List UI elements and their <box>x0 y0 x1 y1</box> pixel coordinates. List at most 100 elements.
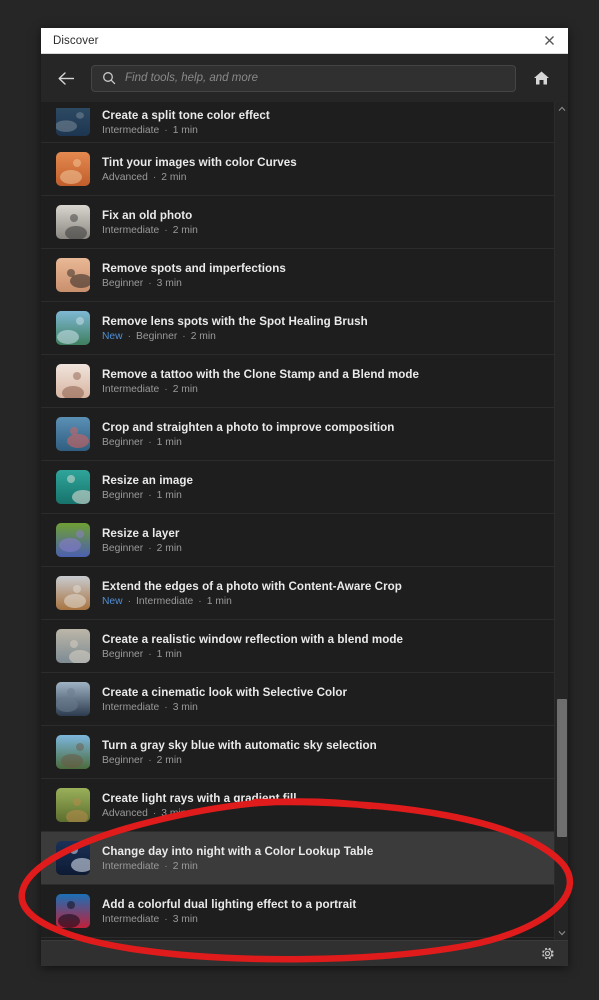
tutorial-thumbnail <box>56 894 90 928</box>
search-toolbar <box>41 54 568 102</box>
thumbnail-image <box>56 523 90 557</box>
tutorial-row[interactable]: Resize a layer Beginner · 2 min <box>41 514 554 567</box>
tutorial-row[interactable]: Add a colorful dual lighting effect to a… <box>41 885 554 938</box>
vertical-scrollbar[interactable] <box>554 102 568 940</box>
tutorial-row[interactable]: Create a split tone color effect Intermed… <box>41 102 554 143</box>
tutorial-text: Tint your images with color Curves Advanc… <box>102 156 297 183</box>
tutorial-meta: Intermediate · 2 min <box>102 384 419 395</box>
tutorial-title: Create light rays with a gradient fill <box>102 791 297 805</box>
new-badge: New <box>102 330 123 342</box>
back-arrow-icon <box>58 71 74 85</box>
tutorial-meta: Beginner · 3 min <box>102 278 286 289</box>
search-input[interactable] <box>125 72 505 84</box>
meta-separator: · <box>127 595 132 607</box>
meta-separator: · <box>164 383 168 395</box>
tutorial-meta: New · Beginner · 2 min <box>102 331 368 342</box>
tutorial-level: Beginner <box>102 754 144 766</box>
tutorial-row[interactable]: Extend the edges of a photo with Content… <box>41 567 554 620</box>
panel-footer <box>41 940 568 966</box>
meta-separator: · <box>152 807 157 819</box>
tutorial-title: Turn a gray sky blue with automatic sky … <box>102 738 377 752</box>
tutorial-meta: Beginner · 1 min <box>102 437 394 448</box>
tutorial-duration: 1 min <box>156 436 182 448</box>
tutorial-meta: Advanced · 3 min <box>102 808 297 819</box>
meta-separator: · <box>148 648 152 660</box>
back-button[interactable] <box>51 63 81 93</box>
tutorial-thumbnail <box>56 735 90 769</box>
tutorial-title: Extend the edges of a photo with Content… <box>102 579 402 593</box>
meta-separator: · <box>148 436 152 448</box>
tutorial-title: Remove spots and imperfections <box>102 261 286 275</box>
scrollbar-track[interactable] <box>555 116 569 926</box>
tutorial-thumbnail <box>56 682 90 716</box>
tutorial-thumbnail <box>56 576 90 610</box>
meta-separator: · <box>164 125 168 136</box>
tutorial-thumbnail <box>56 629 90 663</box>
tutorial-duration: 1 min <box>156 489 182 501</box>
tutorial-list[interactable]: Create a split tone color effect Intermed… <box>41 102 554 940</box>
tutorial-row[interactable]: Turn a gray sky blue with automatic sky … <box>41 726 554 779</box>
tutorial-thumbnail <box>56 470 90 504</box>
tutorial-thumbnail <box>56 523 90 557</box>
tutorial-level: Intermediate <box>102 383 160 395</box>
thumbnail-image <box>56 682 90 716</box>
tutorial-title: Create a split tone color effect <box>102 109 270 122</box>
meta-separator: · <box>164 913 168 925</box>
tutorial-duration: 1 min <box>172 125 198 136</box>
tutorial-level: Beginner <box>102 489 144 501</box>
tutorial-row[interactable]: Crop and straighten a photo to improve c… <box>41 408 554 461</box>
thumbnail-image <box>56 258 90 292</box>
scroll-down-button[interactable] <box>555 926 569 940</box>
tutorial-meta: Advanced · 2 min <box>102 172 297 183</box>
tutorial-text: Fix an old photo Intermediate · 2 min <box>102 209 198 236</box>
tutorial-duration: 2 min <box>172 860 198 872</box>
close-button[interactable] <box>536 30 562 52</box>
search-field[interactable] <box>91 64 516 92</box>
meta-separator: · <box>164 860 168 872</box>
thumbnail-image <box>56 841 90 875</box>
tutorial-thumbnail <box>56 152 90 186</box>
tutorial-text: Crop and straighten a photo to improve c… <box>102 421 394 448</box>
tutorial-row[interactable]: Tint your images with color Curves Advanc… <box>41 143 554 196</box>
tutorial-row[interactable]: Fix an old photo Intermediate · 2 min <box>41 196 554 249</box>
tutorial-row[interactable]: Remove spots and imperfections Beginner · 3… <box>41 249 554 302</box>
tutorial-row[interactable]: Create light rays with a gradient fill Ad… <box>41 779 554 832</box>
tutorial-meta: Beginner · 1 min <box>102 490 193 501</box>
meta-separator: · <box>198 595 202 607</box>
tutorial-text: Remove spots and imperfections Beginner · 3… <box>102 262 286 289</box>
tutorial-duration: 3 min <box>156 277 182 289</box>
thumbnail-image <box>56 108 90 136</box>
tutorial-row[interactable]: Create a realistic window reflection wit… <box>41 620 554 673</box>
search-icon <box>103 72 116 85</box>
tutorial-text: Add a colorful dual lighting effect to a… <box>102 898 356 925</box>
tutorial-level: Intermediate <box>102 860 160 872</box>
tutorial-level: Beginner <box>102 648 144 660</box>
tutorial-row[interactable]: Change day into night with a Color Looku… <box>41 832 554 885</box>
meta-separator: · <box>164 224 168 236</box>
tutorial-row[interactable]: Resize an image Beginner · 1 min <box>41 461 554 514</box>
tutorial-thumbnail <box>56 258 90 292</box>
settings-button[interactable] <box>538 945 556 963</box>
tutorial-duration: 3 min <box>161 807 187 819</box>
tutorial-meta: Intermediate · 2 min <box>102 861 373 872</box>
scrollbar-thumb[interactable] <box>556 699 567 837</box>
tutorial-thumbnail <box>56 841 90 875</box>
tutorial-duration: 3 min <box>172 913 198 925</box>
tutorial-text: Resize a layer Beginner · 2 min <box>102 527 182 554</box>
tutorial-duration: 2 min <box>190 330 216 342</box>
tutorial-title: Resize an image <box>102 473 193 487</box>
tutorial-row[interactable]: Create a cinematic look with Selective C… <box>41 673 554 726</box>
tutorial-level: Advanced <box>102 171 148 183</box>
tutorial-text: Remove lens spots with the Spot Healing … <box>102 315 368 342</box>
tutorial-row[interactable]: Remove lens spots with the Spot Healing … <box>41 302 554 355</box>
tutorial-meta: Beginner · 2 min <box>102 543 182 554</box>
tutorial-meta: Intermediate · 3 min <box>102 914 356 925</box>
close-icon <box>544 36 554 45</box>
home-button[interactable] <box>526 63 556 93</box>
tutorial-text: Create a realistic window reflection wit… <box>102 633 403 660</box>
scroll-up-button[interactable] <box>555 102 569 116</box>
thumbnail-image <box>56 576 90 610</box>
tutorial-row[interactable]: Remove a tattoo with the Clone Stamp and… <box>41 355 554 408</box>
tutorial-thumbnail <box>56 364 90 398</box>
tutorial-meta: Beginner · 1 min <box>102 649 403 660</box>
